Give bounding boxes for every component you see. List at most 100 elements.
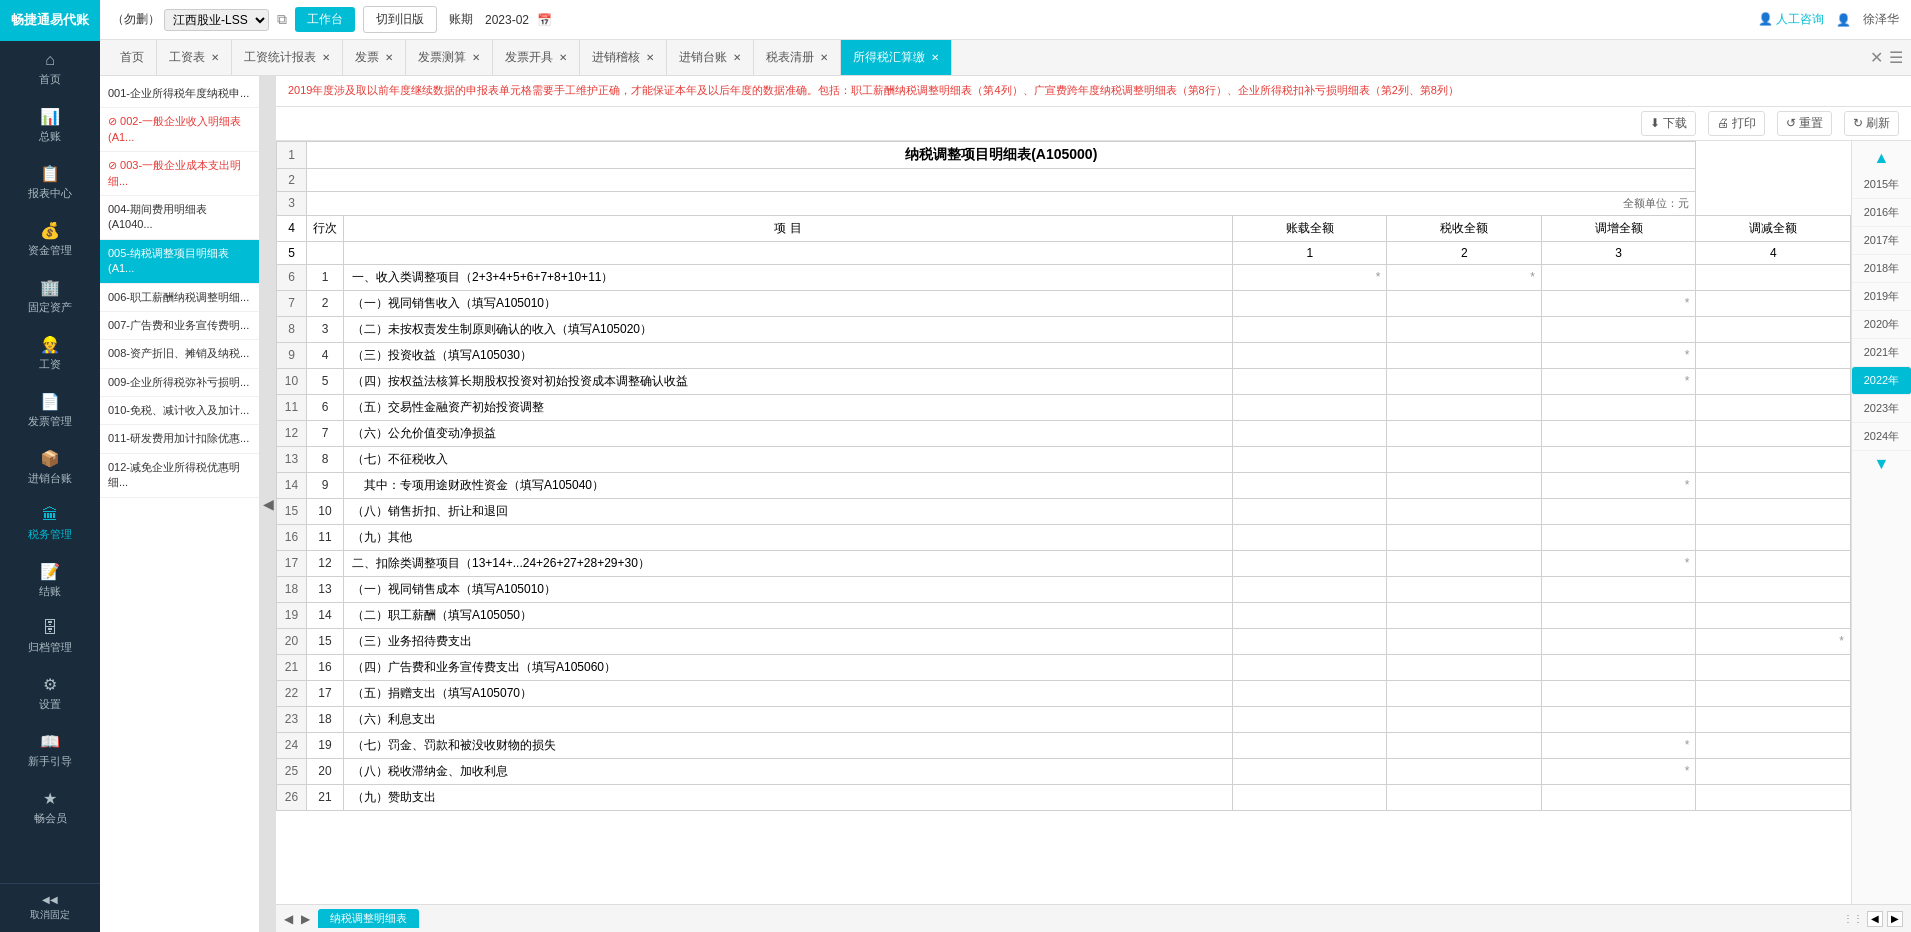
year-2018[interactable]: 2018年 — [1852, 255, 1911, 283]
topbar-right: 👤 人工咨询 👤 徐泽华 — [1758, 11, 1899, 28]
left-item-012[interactable]: 012-减免企业所得税优惠明细... — [100, 454, 259, 498]
refresh-button[interactable]: ↻ 刷新 — [1844, 111, 1899, 136]
tab-income-tax[interactable]: 所得税汇算缴 ✕ — [841, 40, 952, 75]
col-decrease: 调减全额 — [1696, 215, 1851, 241]
old-version-button[interactable]: 切到旧版 — [363, 6, 437, 33]
year-2021[interactable]: 2021年 — [1852, 339, 1911, 367]
left-item-009[interactable]: 009-企业所得税弥补亏损明... — [100, 369, 259, 397]
sidebar-item-reports[interactable]: 📋 报表中心 — [0, 154, 100, 211]
sidebar-bottom: ◀◀ 取消固定 — [0, 883, 100, 932]
left-item-011[interactable]: 011-研发费用加计扣除优惠... — [100, 425, 259, 453]
left-item-001[interactable]: 001-企业所得税年度纳税申... — [100, 80, 259, 108]
year-2016[interactable]: 2016年 — [1852, 199, 1911, 227]
tab-home-label: 首页 — [120, 49, 144, 66]
scroll-right-btn[interactable]: ▶ — [1887, 911, 1903, 927]
sheet-nav-right[interactable]: ▶ — [301, 912, 310, 926]
sidebar-item-label: 发票管理 — [28, 414, 72, 429]
sidebar-item-label: 报表中心 — [28, 186, 72, 201]
tab-invoice-label: 发票 — [355, 49, 379, 66]
left-item-003[interactable]: ⊘ 003-一般企业成本支出明细... — [100, 152, 259, 196]
year-2024[interactable]: 2024年 — [1852, 423, 1911, 451]
left-item-005[interactable]: 005-纳税调整项目明细表(A1... — [100, 240, 259, 284]
home-icon: ⌂ — [45, 51, 55, 69]
table-sub-header-row: 5 1 2 3 4 — [277, 241, 1851, 264]
tab-home[interactable]: 首页 — [108, 40, 157, 75]
year-2015[interactable]: 2015年 — [1852, 171, 1911, 199]
left-item-007[interactable]: 007-广告费和业务宣传费明... — [100, 312, 259, 340]
tab-sales-ledger-label: 进销台账 — [679, 49, 727, 66]
sheet-nav-left[interactable]: ◀ — [284, 912, 293, 926]
sidebar-item-finance[interactable]: 💰 资金管理 — [0, 211, 100, 268]
reset-button[interactable]: ↺ 重置 — [1777, 111, 1832, 136]
tab-income-tax-close[interactable]: ✕ — [931, 52, 939, 63]
print-button[interactable]: 🖨 打印 — [1708, 111, 1765, 136]
sidebar-item-sales[interactable]: 📦 进销台账 — [0, 439, 100, 496]
sidebar-item-close[interactable]: 📝 结账 — [0, 552, 100, 609]
bottom-sheet-tab[interactable]: 纳税调整明细表 — [318, 909, 419, 928]
tab-invoice-calc[interactable]: 发票测算 ✕ — [406, 40, 493, 75]
tab-invoice-open-close[interactable]: ✕ — [559, 52, 567, 63]
tab-sales-audit[interactable]: 进销稽核 ✕ — [580, 40, 667, 75]
unpin-icon: ◀◀ — [42, 894, 58, 905]
sidebar-item-home[interactable]: ⌂ 首页 — [0, 41, 100, 97]
table-row: 24 19 （七）罚金、罚款和被没收财物的损失 * — [277, 732, 1851, 758]
close-icon: 📝 — [40, 562, 60, 581]
tab-payroll-stat[interactable]: 工资统计报表 ✕ — [232, 40, 343, 75]
year-2020[interactable]: 2020年 — [1852, 311, 1911, 339]
company-dropdown[interactable]: 江西股业-LSS — [164, 9, 269, 31]
tab-invoice[interactable]: 发票 ✕ — [343, 40, 406, 75]
tab-close-all[interactable]: ✕ — [1870, 48, 1883, 67]
tab-payroll-stat-close[interactable]: ✕ — [322, 52, 330, 63]
year-scroll-up[interactable]: ▲ — [1870, 145, 1894, 171]
year-2023[interactable]: 2023年 — [1852, 395, 1911, 423]
sidebar-item-label: 总账 — [39, 129, 61, 144]
content-area: 001-企业所得税年度纳税申... ⊘ 002-一般企业收入明细表(A1... … — [100, 76, 1911, 932]
sidebar-item-label: 畅会员 — [34, 811, 67, 826]
tab-menu[interactable]: ☰ — [1889, 48, 1903, 67]
tab-tax-clear-close[interactable]: ✕ — [820, 52, 828, 63]
scroll-left-btn[interactable]: ◀ — [1867, 911, 1883, 927]
sidebar-item-member[interactable]: ★ 畅会员 — [0, 779, 100, 836]
tab-invoice-calc-close[interactable]: ✕ — [472, 52, 480, 63]
sidebar-item-ledger[interactable]: 📊 总账 — [0, 97, 100, 154]
year-scroll-down[interactable]: ▼ — [1870, 451, 1894, 477]
toolbar: ⬇ 下载 🖨 打印 ↺ 重置 ↻ 刷新 — [276, 107, 1911, 141]
year-2022[interactable]: 2022年 — [1852, 367, 1911, 395]
sidebar-item-assets[interactable]: 🏢 固定资产 — [0, 268, 100, 325]
col-increase: 调增全额 — [1541, 215, 1695, 241]
sidebar-item-tax[interactable]: 🏛 税务管理 — [0, 496, 100, 552]
sidebar-item-payroll[interactable]: 👷 工资 — [0, 325, 100, 382]
support-link[interactable]: 👤 人工咨询 — [1758, 11, 1824, 28]
tab-sales-ledger-close[interactable]: ✕ — [733, 52, 741, 63]
tab-payroll-close[interactable]: ✕ — [211, 52, 219, 63]
left-item-004[interactable]: 004-期间费用明细表(A1040... — [100, 196, 259, 240]
sidebar-item-label: 税务管理 — [28, 527, 72, 542]
sidebar-item-guide[interactable]: 📖 新手引导 — [0, 722, 100, 779]
tab-invoice-open[interactable]: 发票开具 ✕ — [493, 40, 580, 75]
tab-sales-ledger[interactable]: 进销台账 ✕ — [667, 40, 754, 75]
row-number: 3 — [277, 191, 307, 215]
table-container: 1 纳税调整项目明细表(A105000) 2 3 全额单位 — [276, 141, 1851, 904]
download-button[interactable]: ⬇ 下载 — [1641, 111, 1696, 136]
sidebar-item-archive[interactable]: 🗄 归档管理 — [0, 609, 100, 665]
sidebar-item-invoice[interactable]: 📄 发票管理 — [0, 382, 100, 439]
workspace-button[interactable]: 工作台 — [295, 7, 355, 32]
left-item-002[interactable]: ⊘ 002-一般企业收入明细表(A1... — [100, 108, 259, 152]
sidebar-item-label: 固定资产 — [28, 300, 72, 315]
left-item-006[interactable]: 006-职工薪酬纳税调整明细... — [100, 284, 259, 312]
tab-tax-clear[interactable]: 税表清册 ✕ — [754, 40, 841, 75]
left-item-008[interactable]: 008-资产折旧、摊销及纳税... — [100, 340, 259, 368]
user-name[interactable]: 徐泽华 — [1863, 11, 1899, 28]
tab-sales-audit-close[interactable]: ✕ — [646, 52, 654, 63]
tax-icon: 🏛 — [42, 506, 58, 524]
sidebar-unpin-btn[interactable]: ◀◀ 取消固定 — [0, 884, 100, 932]
tab-invoice-close[interactable]: ✕ — [385, 52, 393, 63]
left-item-010[interactable]: 010-免税、减计收入及加计... — [100, 397, 259, 425]
finance-icon: 💰 — [40, 221, 60, 240]
year-2019[interactable]: 2019年 — [1852, 283, 1911, 311]
panel-toggle[interactable]: ◀ — [260, 76, 276, 932]
sidebar-item-settings[interactable]: ⚙ 设置 — [0, 665, 100, 722]
year-2017[interactable]: 2017年 — [1852, 227, 1911, 255]
row-number: 2 — [277, 168, 307, 191]
tab-payroll[interactable]: 工资表 ✕ — [157, 40, 232, 75]
